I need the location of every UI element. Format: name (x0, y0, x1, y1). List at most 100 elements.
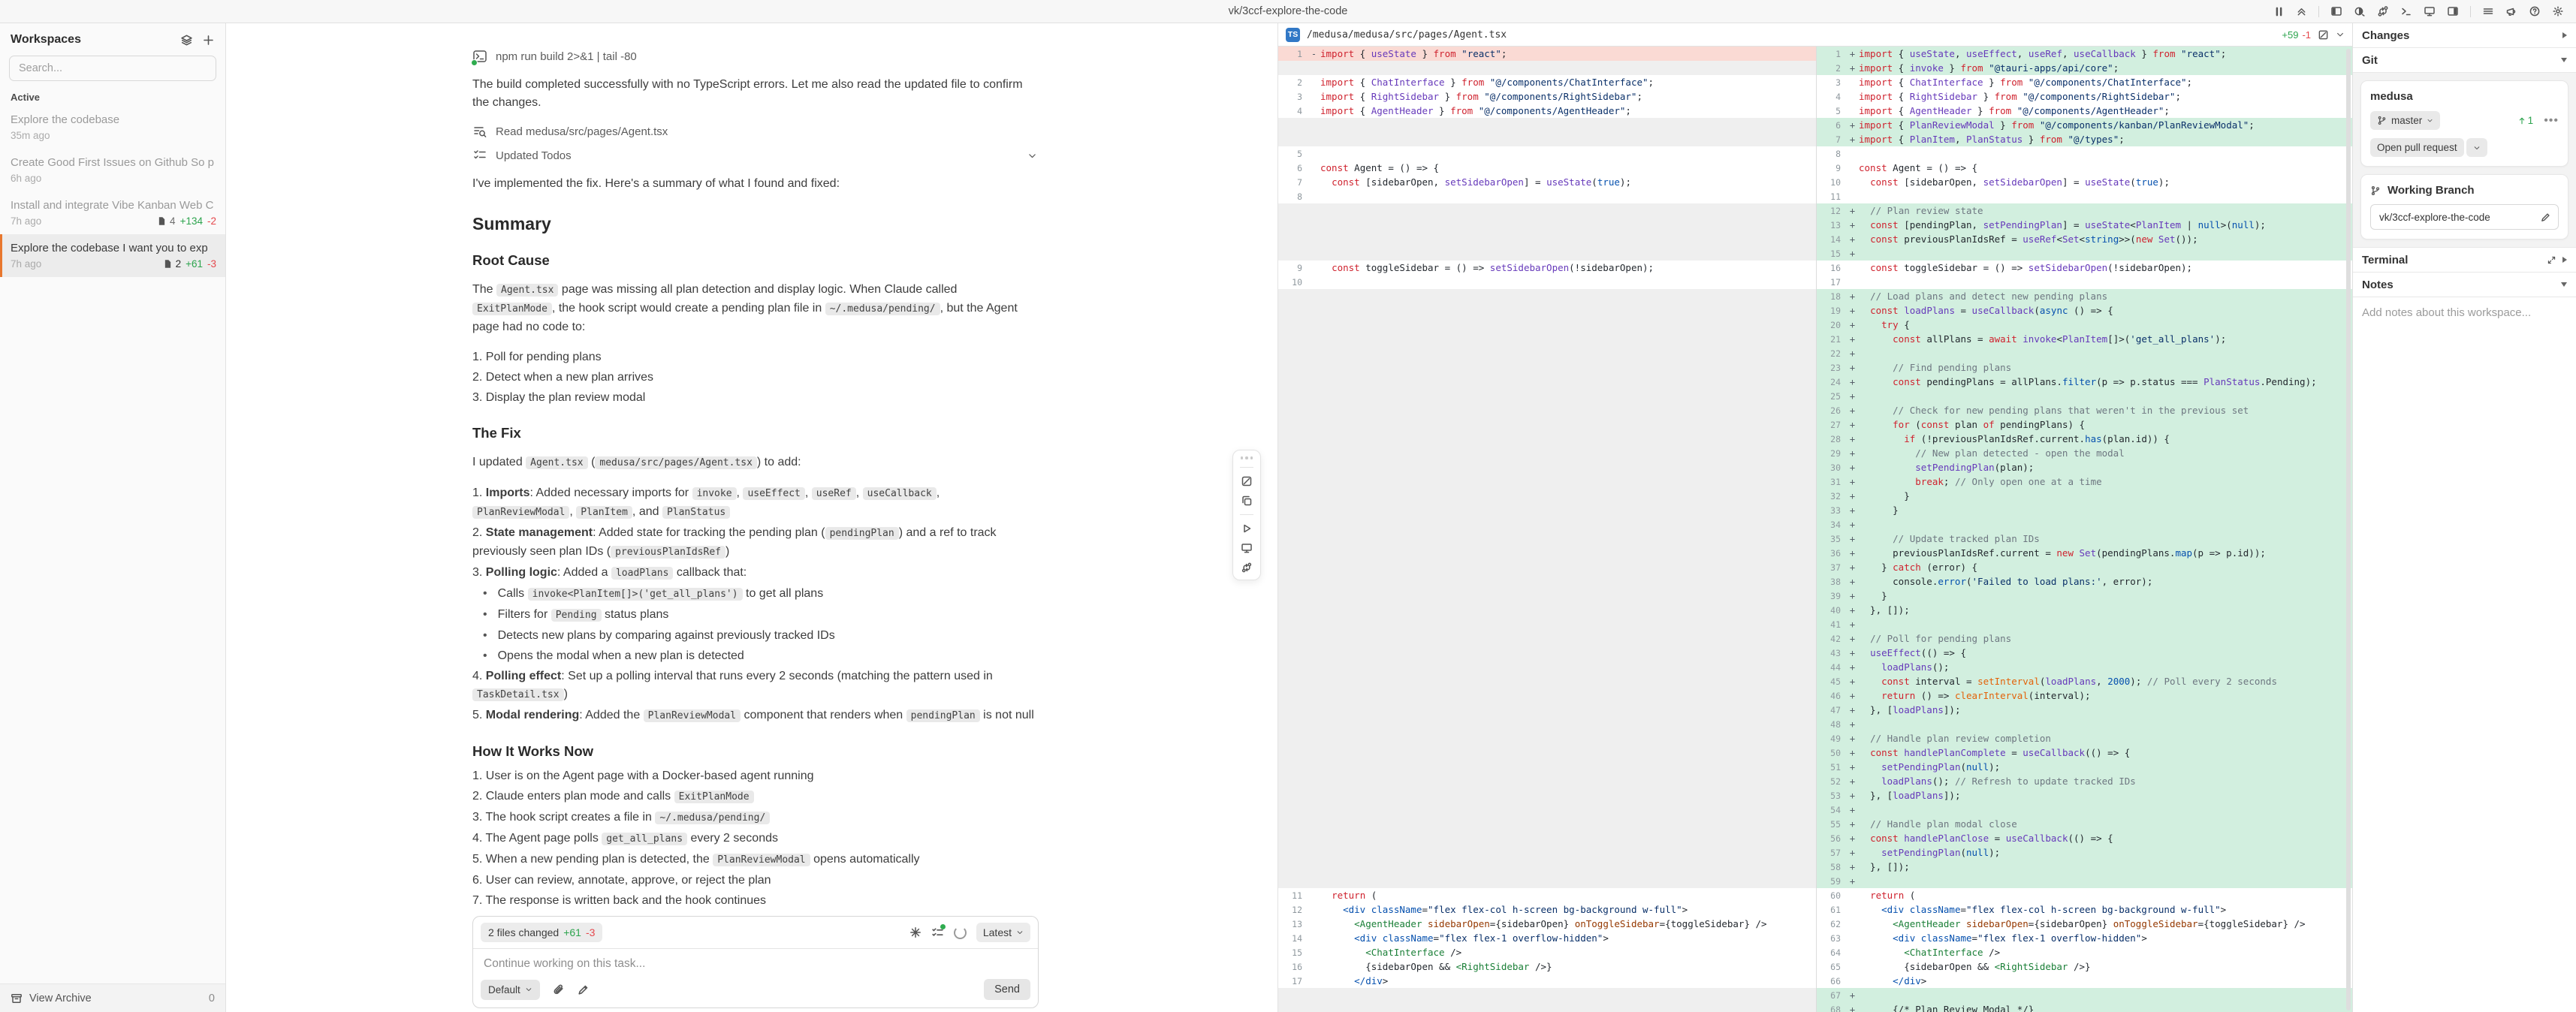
workspace-item[interactable]: Create Good First Issues on Github So p … (0, 149, 225, 191)
list-item: 1. User is on the Agent page with a Dock… (472, 767, 1037, 785)
tasks-icon[interactable] (931, 926, 944, 939)
status-dot (940, 924, 946, 929)
diff-line-old (1278, 988, 1816, 1002)
notes-section-header[interactable]: Notes (2353, 273, 2576, 297)
workspace-item[interactable]: Explore the codebase 35m ago (0, 106, 225, 149)
diff-line-old (1278, 760, 1816, 774)
diff-line-old (1278, 617, 1816, 631)
pull-request-dropdown[interactable] (2466, 138, 2487, 157)
help-icon[interactable] (2529, 5, 2541, 17)
workspace-item[interactable]: Explore the codebase I want you to exp 7… (0, 234, 225, 277)
list-item: 2. Detect when a new plan arrives (472, 369, 1037, 387)
tool-call-row[interactable]: Updated Todos (472, 148, 1037, 163)
message-input[interactable] (482, 956, 1032, 971)
terminal-section-header[interactable]: Terminal (2353, 248, 2576, 273)
split-diff-icon[interactable] (2318, 29, 2329, 41)
status-dot (471, 59, 478, 66)
edit-pencil-icon[interactable] (2540, 212, 2551, 223)
drag-handle[interactable] (1241, 456, 1253, 459)
diff-line-old: 2import { ChatInterface } from "@/compon… (1278, 75, 1816, 89)
pen-icon[interactable] (577, 983, 590, 996)
repo-card: medusa master 1 ••• (2360, 80, 2568, 167)
spark-icon[interactable] (909, 926, 922, 938)
diff-line-new: 34+ (1817, 517, 2352, 532)
diff-line-old (1278, 803, 1816, 817)
git-compare-icon[interactable] (1241, 562, 1253, 574)
branch-selector[interactable]: master (2370, 111, 2440, 130)
repo-menu-icon[interactable]: ••• (2544, 114, 2559, 128)
theme-icon[interactable] (2354, 5, 2366, 17)
diff-line-old (1278, 218, 1816, 232)
chevron-down-icon[interactable] (2336, 30, 2345, 39)
diff-line-old (1278, 503, 1816, 517)
expand-icon[interactable] (2547, 255, 2556, 265)
workspace-search[interactable] (9, 56, 216, 81)
working-branch-input[interactable] (2378, 211, 2535, 224)
diff-line-new: 54+ (1817, 803, 2352, 817)
chevron-down-icon[interactable] (1027, 151, 1037, 161)
send-button[interactable]: Send (984, 979, 1030, 1000)
diff-line-old (1278, 389, 1816, 403)
changes-section-header[interactable]: Changes (2353, 23, 2576, 48)
menu-icon[interactable] (2482, 5, 2494, 17)
diff-line-new: 5import { AgentHeader } from "@/componen… (1817, 104, 2352, 118)
app-window: vk/3ccf-explore-the-code Workspaces (0, 0, 2576, 1012)
diff-view-icon[interactable] (1241, 475, 1253, 487)
play-icon[interactable] (1241, 523, 1253, 535)
inline-code: useEffect (743, 487, 804, 500)
git-compare-icon[interactable] (2377, 5, 2389, 17)
terminal-icon[interactable] (2400, 5, 2412, 17)
settings-icon[interactable] (2552, 5, 2564, 17)
deletions-count: -3 (586, 926, 595, 938)
plus-icon[interactable] (202, 34, 215, 47)
diff-line-new: 35+ // Update tracked plan IDs (1817, 532, 2352, 546)
mode-dropdown[interactable]: Default (481, 980, 540, 1000)
display-icon[interactable] (2424, 5, 2436, 17)
tool-call-label: Updated Todos (496, 149, 1019, 162)
view-archive-row[interactable]: View Archive 0 (0, 983, 225, 1012)
caret-right-icon (2562, 32, 2567, 38)
working-branch-field[interactable] (2370, 204, 2559, 230)
diff-line-old (1278, 860, 1816, 874)
diff-line-new: 3import { ChatInterface } from "@/compon… (1817, 75, 2352, 89)
git-section-header[interactable]: Git (2353, 48, 2576, 73)
diff-line-new: 30+ setPendingPlan(plan); (1817, 460, 2352, 474)
files-changed-pill[interactable]: 2 files changed +61 -3 (481, 923, 602, 942)
tool-call-row[interactable]: npm run build 2>&1 | tail -80 (472, 49, 1037, 64)
panel-right-icon[interactable] (2447, 5, 2459, 17)
latest-dropdown[interactable]: Latest (976, 923, 1030, 942)
diff-line-old (1278, 432, 1816, 446)
notes-placeholder[interactable]: Add notes about this workspace... (2353, 297, 2576, 1012)
caret-down-icon (2561, 282, 2567, 287)
workspace-title: Explore the codebase (11, 113, 216, 126)
list-item: 2. Claude enters plan mode and calls Exi… (472, 788, 1037, 806)
paperclip-icon[interactable] (552, 983, 565, 996)
sub-list-item: •Filters for Pending status plans (472, 606, 1037, 625)
monitor-icon[interactable] (1241, 542, 1253, 554)
diff-line-new: 16 const toggleSidebar = () => setSideba… (1817, 261, 2352, 275)
diff-line-new: 26+ // Check for new pending plans that … (1817, 403, 2352, 417)
copy-icon[interactable] (1241, 495, 1253, 507)
agent-chat-panel: npm run build 2>&1 | tail -80The build c… (226, 23, 1278, 1012)
layers-icon[interactable] (180, 34, 193, 47)
tool-call-label: Read medusa/src/pages/Agent.tsx (496, 125, 1037, 138)
divider (2470, 6, 2471, 17)
diff-file-header[interactable]: TS /medusa/medusa/src/pages/Agent.tsx +5… (1278, 23, 2352, 47)
search-input[interactable] (17, 62, 208, 75)
chat-content[interactable]: npm run build 2>&1 | tail -80The build c… (226, 23, 1277, 1012)
inline-code: invoke (692, 487, 737, 500)
diff-line-old (1278, 289, 1816, 303)
diff-line-new: 65 {sidebarOpen && <RightSidebar />} (1817, 959, 2352, 974)
pause-icon[interactable] (2273, 6, 2285, 17)
panel-left-icon[interactable] (2330, 5, 2342, 17)
list-item: 1. Imports: Added necessary imports for … (472, 484, 1037, 522)
diff-line-new: 12+ // Plan review state (1817, 203, 2352, 218)
megaphone-icon[interactable] (2505, 5, 2517, 17)
open-pull-request-button[interactable]: Open pull request (2370, 138, 2464, 157)
collapse-up-icon[interactable] (2296, 6, 2307, 17)
chat-paragraph: I've implemented the fix. Here's a summa… (472, 175, 1037, 193)
workspace-item[interactable]: Install and integrate Vibe Kanban Web C … (0, 191, 225, 234)
diff-scrollbar[interactable] (2346, 49, 2351, 1010)
diff-line-new: 43+ useEffect(() => { (1817, 646, 2352, 660)
tool-call-row[interactable]: Read medusa/src/pages/Agent.tsx (472, 124, 1037, 139)
